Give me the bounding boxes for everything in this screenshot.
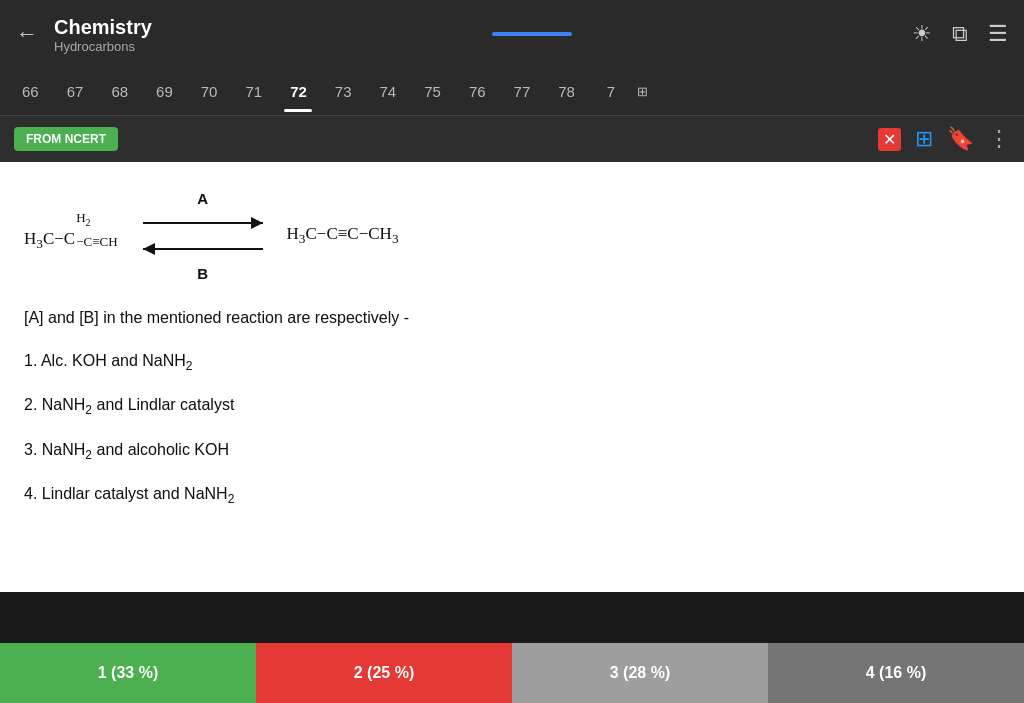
answer-btn-3[interactable]: 3 (28 %) (512, 643, 768, 703)
toolbar-icons: ✕ ⊞ 🔖 ⋮ (878, 126, 1010, 152)
reaction-arrow: A B (143, 190, 263, 282)
ncert-badge: FROM NCERT (14, 127, 118, 151)
bookmark-stack-icon[interactable]: ⧉ (952, 21, 968, 47)
forward-arrow (143, 211, 263, 235)
theme-icon[interactable]: ☀ (912, 21, 932, 47)
bookmark-icon[interactable]: 🔖 (947, 126, 974, 152)
option-4[interactable]: 4. Lindlar catalyst and NaNH2 (24, 481, 1000, 509)
header-center (152, 32, 912, 36)
back-button[interactable]: ← (16, 21, 38, 47)
page-tabs: 66 67 68 69 70 71 72 73 74 75 76 77 78 7… (0, 68, 1024, 116)
answer-buttons: 1 (33 %) 2 (25 %) 3 (28 %) 4 (16 %) (0, 643, 1024, 703)
toolbar: FROM NCERT ✕ ⊞ 🔖 ⋮ (0, 116, 1024, 162)
forward-arrow-line (143, 222, 263, 224)
question-text: [A] and [B] in the mentioned reaction ar… (24, 306, 1000, 330)
progress-bar (492, 32, 572, 36)
option-2[interactable]: 2. NaNH2 and Lindlar catalyst (24, 392, 1000, 420)
tab-78[interactable]: 78 (544, 71, 589, 112)
page-title: Chemistry (54, 15, 152, 39)
tab-67[interactable]: 67 (53, 71, 98, 112)
tab-77[interactable]: 77 (500, 71, 545, 112)
back-arrow-graphic (143, 248, 263, 250)
chemical-equation: H3C−C H2 −C≡CH A B H3C−C≡C−CH3 (24, 182, 1000, 282)
tab-73[interactable]: 73 (321, 71, 366, 112)
tab-75[interactable]: 75 (410, 71, 455, 112)
more-options-icon[interactable]: ⋮ (988, 126, 1010, 152)
answer-btn-4[interactable]: 4 (16 %) (768, 643, 1024, 703)
option-1[interactable]: 1. Alc. KOH and NaNH2 (24, 348, 1000, 376)
option-3[interactable]: 3. NaNH2 and alcoholic KOH (24, 437, 1000, 465)
tab-74[interactable]: 74 (366, 71, 411, 112)
add-icon[interactable]: ⊞ (915, 126, 933, 152)
header-left: ← Chemistry Hydrocarbons (16, 15, 152, 54)
tab-76[interactable]: 76 (455, 71, 500, 112)
tab-71[interactable]: 71 (231, 71, 276, 112)
h2-superscript: H2 (76, 210, 90, 228)
label-b: B (197, 265, 208, 282)
tab-70[interactable]: 70 (187, 71, 232, 112)
title-block: Chemistry Hydrocarbons (54, 15, 152, 54)
left-formula-text: H3C−C (24, 229, 75, 252)
page-subtitle: Hydrocarbons (54, 39, 152, 54)
tab-69[interactable]: 69 (142, 71, 187, 112)
tab-66[interactable]: 66 (8, 71, 53, 112)
answer-btn-2[interactable]: 2 (25 %) (256, 643, 512, 703)
header-icons: ☀ ⧉ ☰ (912, 21, 1008, 47)
label-a: A (197, 190, 208, 207)
back-arrow-line (143, 237, 263, 261)
menu-icon[interactable]: ☰ (988, 21, 1008, 47)
delete-icon[interactable]: ✕ (878, 128, 901, 151)
right-structure: H3C−C≡C−CH3 (287, 224, 399, 247)
tab-7[interactable]: 7 (589, 71, 633, 112)
right-formula-text: H3C−C≡C−CH3 (287, 224, 399, 243)
tab-72[interactable]: 72 (276, 71, 321, 112)
left-structure: H3C−C H2 −C≡CH (24, 219, 119, 252)
grid-view-icon[interactable]: ⊞ (637, 84, 648, 99)
tab-68[interactable]: 68 (97, 71, 142, 112)
header: ← Chemistry Hydrocarbons ☀ ⧉ ☰ (0, 0, 1024, 68)
options-list: 1. Alc. KOH and NaNH2 2. NaNH2 and Lindl… (24, 348, 1000, 510)
answer-btn-1[interactable]: 1 (33 %) (0, 643, 256, 703)
main-content: H3C−C H2 −C≡CH A B H3C−C≡C−CH3 [A] and [… (0, 162, 1024, 592)
